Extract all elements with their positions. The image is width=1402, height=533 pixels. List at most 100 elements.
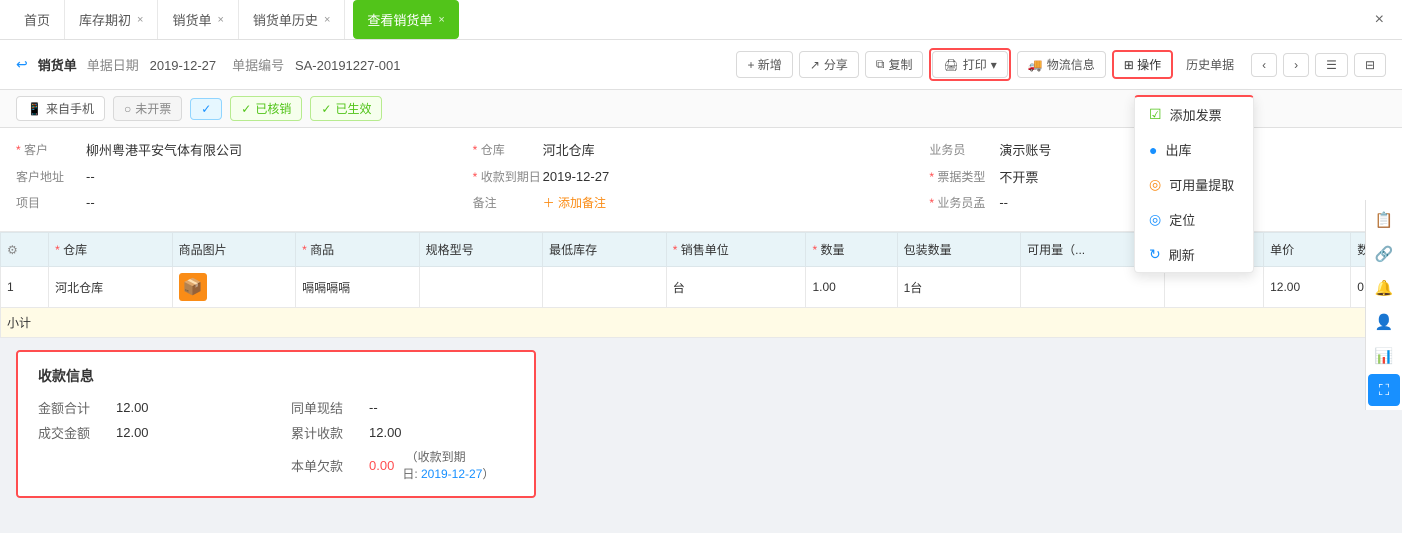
sidebar-person-icon[interactable]: 👤 [1368,306,1400,338]
outbound-icon: ● [1149,142,1157,158]
new-button[interactable]: + 新增 [736,51,792,78]
tab-inventory-init[interactable]: 库存期初 × [65,0,158,39]
warehouse-label: 仓库 [473,141,543,158]
not-opened-icon: ○ [124,102,131,116]
current-due-row: 本单欠款 0.00 （收款到期日: 2019-12-27） [291,448,514,482]
from-phone-button[interactable]: 📱 来自手机 [16,96,105,121]
add-note-button[interactable]: ＋ 添加备注 [543,194,606,211]
col-spec: 规格型号 [419,233,543,267]
add-invoice-icon: ☑ [1149,106,1162,123]
invoice-type-value: 不开票 [999,167,1038,186]
nav-prev-button[interactable]: ‹ [1251,53,1277,77]
warehouse-field: 仓库 河北仓库 [473,140,930,159]
current-due-label: 本单欠款 [291,456,361,475]
same-order-label: 同单现结 [291,398,361,417]
note-field: 备注 ＋ 添加备注 [473,194,930,211]
cumulative-label: 累计收款 [291,423,361,442]
due-date-value: 2019-12-27 [543,169,610,184]
dropdown-add-invoice[interactable]: ☑ 添加发票 [1135,97,1253,132]
not-opened-badge: ○ 未开票 [113,96,182,121]
locate-icon: ◎ [1149,211,1161,228]
tab-home[interactable]: 首页 [10,0,65,39]
tab-inventory-init-close[interactable]: × [137,14,143,26]
total-amount-value: 12.00 [116,400,149,415]
toolbar: + 新增 ↗ 分享 ⧉ 复制 🖨 打印 ▾ 🚚 物流信息 [736,48,1386,81]
tab-check-sales-close[interactable]: × [438,14,444,26]
tab-operations[interactable]: ⊞ 操作 [1112,50,1173,79]
col-qty: 数量 [806,233,897,267]
total-amount-label: 金额合计 [38,398,108,417]
operations-icon: ⊞ [1124,58,1134,72]
copy-icon: ⧉ [876,57,885,72]
sales-manager-label: 业务员孟 [929,194,999,211]
verified-icon: ✓ [201,102,211,116]
col-settings: ⚙ [1,233,49,267]
tab-history[interactable]: 历史单据 [1175,51,1245,78]
col-product: 商品 [296,233,420,267]
view-grid-button[interactable]: ⊟ [1354,53,1386,77]
transaction-amount-label: 成交金额 [38,423,108,442]
doc-date-label: 单据日期 2019-12-27 [87,55,216,74]
cell-price: 12.00 [1264,267,1351,308]
current-due-value: 0.00 [369,458,394,473]
transaction-amount-value: 12.00 [116,425,149,440]
cell-qty: 1.00 [806,267,897,308]
effective-badge: ✓ 已生效 [310,96,382,121]
print-dropdown-arrow: ▾ [991,58,997,72]
tab-sales-order[interactable]: 销货单 × [158,0,238,39]
cell-warehouse: 河北仓库 [49,267,173,308]
nav-next-button[interactable]: › [1283,53,1309,77]
due-date-field: 收款到期日 2019-12-27 [473,168,930,185]
sidebar-expand-icon[interactable]: ⛶ [1368,374,1400,406]
sidebar-link-icon[interactable]: 🔗 [1368,238,1400,270]
sidebar-clipboard-icon[interactable]: 📋 [1368,204,1400,236]
col-min-stock: 最低库存 [543,233,667,267]
product-image: 📦 [179,273,207,301]
refresh-icon: ↻ [1149,246,1161,263]
tab-sales-history-close[interactable]: × [324,14,330,26]
project-value: -- [86,195,95,210]
cell-spec [419,267,543,308]
doc-type-label: 销货单 [38,55,77,74]
project-field: 项目 -- [16,194,473,211]
customer-value: 柳州粤港平安气体有限公司 [86,140,242,159]
due-date-note: 2019-12-27 [421,467,482,481]
transaction-amount-row: 成交金额 12.00 [38,423,261,442]
subtotal-label: 小计 [1,308,1402,338]
phone-icon: 📱 [27,102,42,116]
share-button[interactable]: ↗ 分享 [799,51,859,78]
payment-info-box: 收款信息 金额合计 12.00 同单现结 -- 成交金额 12.00 累计收款 … [16,350,536,498]
cell-unit: 台 [666,267,806,308]
payment-grid: 金额合计 12.00 同单现结 -- 成交金额 12.00 累计收款 12.00… [38,398,514,482]
sidebar-notification-icon[interactable]: 🔔 [1368,272,1400,304]
col-pack-qty: 包装数量 [897,233,1021,267]
due-date-label: 收款到期日 [473,168,543,185]
view-list-button[interactable]: ☰ [1315,53,1348,77]
tab-check-sales[interactable]: 查看销货单 × [353,0,458,39]
salesperson-label: 业务员 [929,141,999,158]
col-price: 单价 [1264,233,1351,267]
dropdown-available-qty[interactable]: ◎ 可用量提取 [1135,167,1253,202]
print-button[interactable]: 🖨 打印 ▾ [932,51,1007,78]
same-order-value: -- [369,400,378,415]
subtotal-row: 小计 [1,308,1402,338]
tab-sales-history[interactable]: 销货单历史 × [239,0,345,39]
customer-field: 客户 柳州粤港平安气体有限公司 [16,140,473,159]
due-note: （收款到期日: 2019-12-27） [402,448,514,482]
dropdown-outbound[interactable]: ● 出库 [1135,132,1253,167]
logistics-button[interactable]: 🚚 物流信息 [1017,51,1106,78]
doc-header: ↩ 销货单 单据日期 2019-12-27 单据编号 SA-20191227-0… [0,40,1402,90]
doc-type-icon: ↩ [16,56,28,73]
sidebar-chart-icon[interactable]: 📊 [1368,340,1400,372]
address-value: -- [86,169,95,184]
address-label: 客户地址 [16,168,86,185]
tab-bar-close-button[interactable]: × [1367,11,1392,29]
cell-seq: 1 [1,267,49,308]
copy-button[interactable]: ⧉ 复制 [865,51,924,78]
cell-min-stock [543,267,667,308]
tab-sales-order-close[interactable]: × [217,14,223,26]
dropdown-refresh[interactable]: ↻ 刷新 [1135,237,1253,272]
dropdown-locate[interactable]: ◎ 定位 [1135,202,1253,237]
settings-icon[interactable]: ⚙ [7,243,18,257]
col-warehouse: 仓库 [49,233,173,267]
